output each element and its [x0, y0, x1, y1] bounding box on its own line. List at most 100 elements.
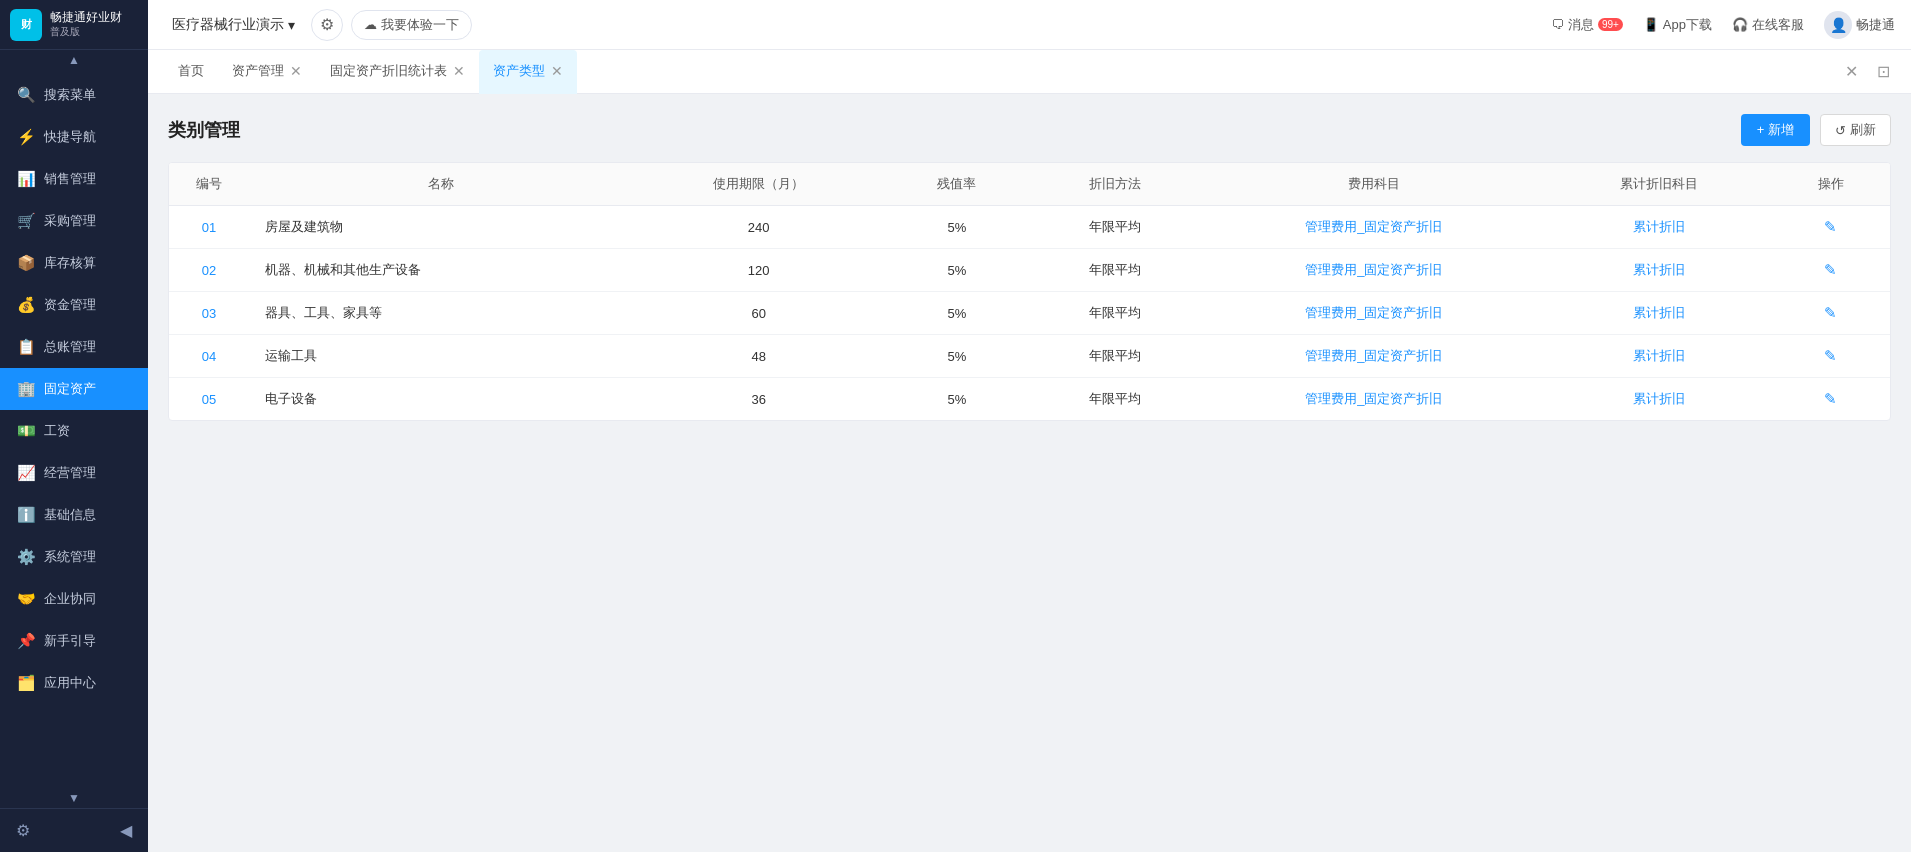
table-header: 编号名称使用期限（月）残值率折旧方法费用科目累计折旧科目操作 [169, 163, 1890, 206]
row-expense: 管理费用_固定资产折旧 [1201, 292, 1547, 335]
row-period: 240 [633, 206, 884, 249]
inventory-icon: 📦 [16, 253, 36, 273]
tab-label-fixed-depreciation: 固定资产折旧统计表 [330, 62, 447, 80]
header-settings-btn[interactable]: ⚙ [311, 9, 343, 41]
message-action[interactable]: 🗨 消息 99+ [1551, 16, 1623, 34]
experience-btn[interactable]: ☁ 我要体验一下 [351, 10, 472, 40]
sidebar-item-coop[interactable]: 🤝 企业协同 [0, 578, 148, 620]
row-name: 运输工具 [249, 335, 633, 378]
tab-asset-type[interactable]: 资产类型 ✕ [479, 50, 577, 94]
row-accumulated: 累计折旧 [1547, 206, 1772, 249]
tab-close-asset-mgmt[interactable]: ✕ [290, 64, 302, 78]
company-selector[interactable]: 医疗器械行业演示 ▾ [164, 12, 303, 38]
username: 畅捷通 [1856, 16, 1895, 34]
sidebar-label-ledger: 总账管理 [44, 338, 96, 356]
sales-icon: 📊 [16, 169, 36, 189]
row-period: 120 [633, 249, 884, 292]
tab-label-asset-mgmt: 资产管理 [232, 62, 284, 80]
row-edit-btn[interactable]: ✎ [1771, 292, 1890, 335]
experience-label: 我要体验一下 [381, 16, 459, 34]
close-window-btn[interactable]: ✕ [1839, 60, 1863, 84]
online-service-label: 在线客服 [1752, 16, 1804, 34]
sidebar-item-sales[interactable]: 📊 销售管理 [0, 158, 148, 200]
tab-close-fixed-depreciation[interactable]: ✕ [453, 64, 465, 78]
table-column-header: 费用科目 [1201, 163, 1547, 206]
maximize-window-btn[interactable]: ⊡ [1871, 60, 1895, 84]
row-name: 房屋及建筑物 [249, 206, 633, 249]
tab-bar: 首页资产管理 ✕ 固定资产折旧统计表 ✕ 资产类型 ✕ ✕ ⊡ [148, 50, 1911, 94]
row-residual-rate: 5% [884, 378, 1029, 421]
message-icon: 🗨 [1551, 17, 1564, 32]
data-table-container: 编号名称使用期限（月）残值率折旧方法费用科目累计折旧科目操作 01房屋及建筑物2… [168, 162, 1891, 421]
purchase-icon: 🛒 [16, 211, 36, 231]
sidebar-item-basic-info[interactable]: ℹ️ 基础信息 [0, 494, 148, 536]
sidebar-bottom: ⚙ ◀ [0, 808, 148, 852]
download-icon: 📱 [1643, 17, 1659, 32]
sidebar-item-inventory[interactable]: 📦 库存核算 [0, 242, 148, 284]
row-depreciation: 年限平均 [1029, 335, 1201, 378]
app-download-action[interactable]: 📱 App下载 [1643, 16, 1712, 34]
tab-asset-mgmt[interactable]: 资产管理 ✕ [218, 50, 316, 94]
row-edit-btn[interactable]: ✎ [1771, 378, 1890, 421]
app-name: 畅捷通好业财 [50, 10, 122, 26]
table-header-row: 编号名称使用期限（月）残值率折旧方法费用科目累计折旧科目操作 [169, 163, 1890, 206]
row-expense: 管理费用_固定资产折旧 [1201, 249, 1547, 292]
sidebar-item-app-center[interactable]: 🗂️ 应用中心 [0, 662, 148, 704]
row-id: 01 [169, 206, 249, 249]
window-controls: ✕ ⊡ [1839, 60, 1895, 84]
system-icon: ⚙️ [16, 547, 36, 567]
app-logo: 财 畅捷通好业财 普及版 [0, 0, 148, 50]
fixed-assets-icon: 🏢 [16, 379, 36, 399]
table-column-header: 累计折旧科目 [1547, 163, 1772, 206]
tab-label-asset-type: 资产类型 [493, 62, 545, 80]
scroll-up-btn[interactable]: ▲ [0, 50, 148, 70]
operations-icon: 📈 [16, 463, 36, 483]
sidebar-item-purchase[interactable]: 🛒 采购管理 [0, 200, 148, 242]
service-icon: 🎧 [1732, 17, 1748, 32]
sidebar-item-funds[interactable]: 💰 资金管理 [0, 284, 148, 326]
sidebar-label-guide: 新手引导 [44, 632, 96, 650]
table-row: 02机器、机械和其他生产设备1205%年限平均管理费用_固定资产折旧累计折旧✎ [169, 249, 1890, 292]
sidebar-item-search[interactable]: 🔍 搜索菜单 [0, 74, 148, 116]
main-content: 类别管理 + 新增 ↺ 刷新 编号名称使用期限（月）残值率折旧方法费用科目累计折… [148, 94, 1911, 852]
new-btn[interactable]: + 新增 [1741, 114, 1810, 146]
user-profile[interactable]: 👤 畅捷通 [1824, 11, 1895, 39]
sidebar-item-quick-nav[interactable]: ⚡ 快捷导航 [0, 116, 148, 158]
table-row: 04运输工具485%年限平均管理费用_固定资产折旧累计折旧✎ [169, 335, 1890, 378]
table-column-header: 名称 [249, 163, 633, 206]
online-service-action[interactable]: 🎧 在线客服 [1732, 16, 1804, 34]
refresh-btn[interactable]: ↺ 刷新 [1820, 114, 1891, 146]
row-residual-rate: 5% [884, 206, 1029, 249]
table-column-header: 编号 [169, 163, 249, 206]
sidebar-label-coop: 企业协同 [44, 590, 96, 608]
table-column-header: 操作 [1771, 163, 1890, 206]
settings-icon[interactable]: ⚙ [16, 821, 30, 840]
scroll-down-btn[interactable]: ▼ [0, 788, 148, 808]
tab-home[interactable]: 首页 [164, 50, 218, 94]
sidebar-nav: 🔍 搜索菜单 ⚡ 快捷导航 📊 销售管理 🛒 采购管理 📦 库存核算 💰 资金管… [0, 70, 148, 788]
row-edit-btn[interactable]: ✎ [1771, 206, 1890, 249]
table-row: 01房屋及建筑物2405%年限平均管理费用_固定资产折旧累计折旧✎ [169, 206, 1890, 249]
user-avatar: 👤 [1824, 11, 1852, 39]
table-row: 05电子设备365%年限平均管理费用_固定资产折旧累计折旧✎ [169, 378, 1890, 421]
page-header: 类别管理 + 新增 ↺ 刷新 [168, 114, 1891, 146]
row-residual-rate: 5% [884, 292, 1029, 335]
app-download-label: App下载 [1663, 16, 1712, 34]
data-table: 编号名称使用期限（月）残值率折旧方法费用科目累计折旧科目操作 01房屋及建筑物2… [169, 163, 1890, 420]
row-period: 60 [633, 292, 884, 335]
tab-close-asset-type[interactable]: ✕ [551, 64, 563, 78]
collapse-icon[interactable]: ◀ [120, 821, 132, 840]
message-badge: 99+ [1598, 18, 1623, 31]
sidebar-item-payroll[interactable]: 💵 工资 [0, 410, 148, 452]
tab-fixed-depreciation[interactable]: 固定资产折旧统计表 ✕ [316, 50, 479, 94]
row-id: 05 [169, 378, 249, 421]
sidebar-item-system[interactable]: ⚙️ 系统管理 [0, 536, 148, 578]
row-edit-btn[interactable]: ✎ [1771, 335, 1890, 378]
sidebar-item-fixed-assets[interactable]: 🏢 固定资产 [0, 368, 148, 410]
row-edit-btn[interactable]: ✎ [1771, 249, 1890, 292]
sidebar-label-operations: 经营管理 [44, 464, 96, 482]
sidebar-item-operations[interactable]: 📈 经营管理 [0, 452, 148, 494]
row-name: 电子设备 [249, 378, 633, 421]
sidebar-item-guide[interactable]: 📌 新手引导 [0, 620, 148, 662]
sidebar-item-ledger[interactable]: 📋 总账管理 [0, 326, 148, 368]
